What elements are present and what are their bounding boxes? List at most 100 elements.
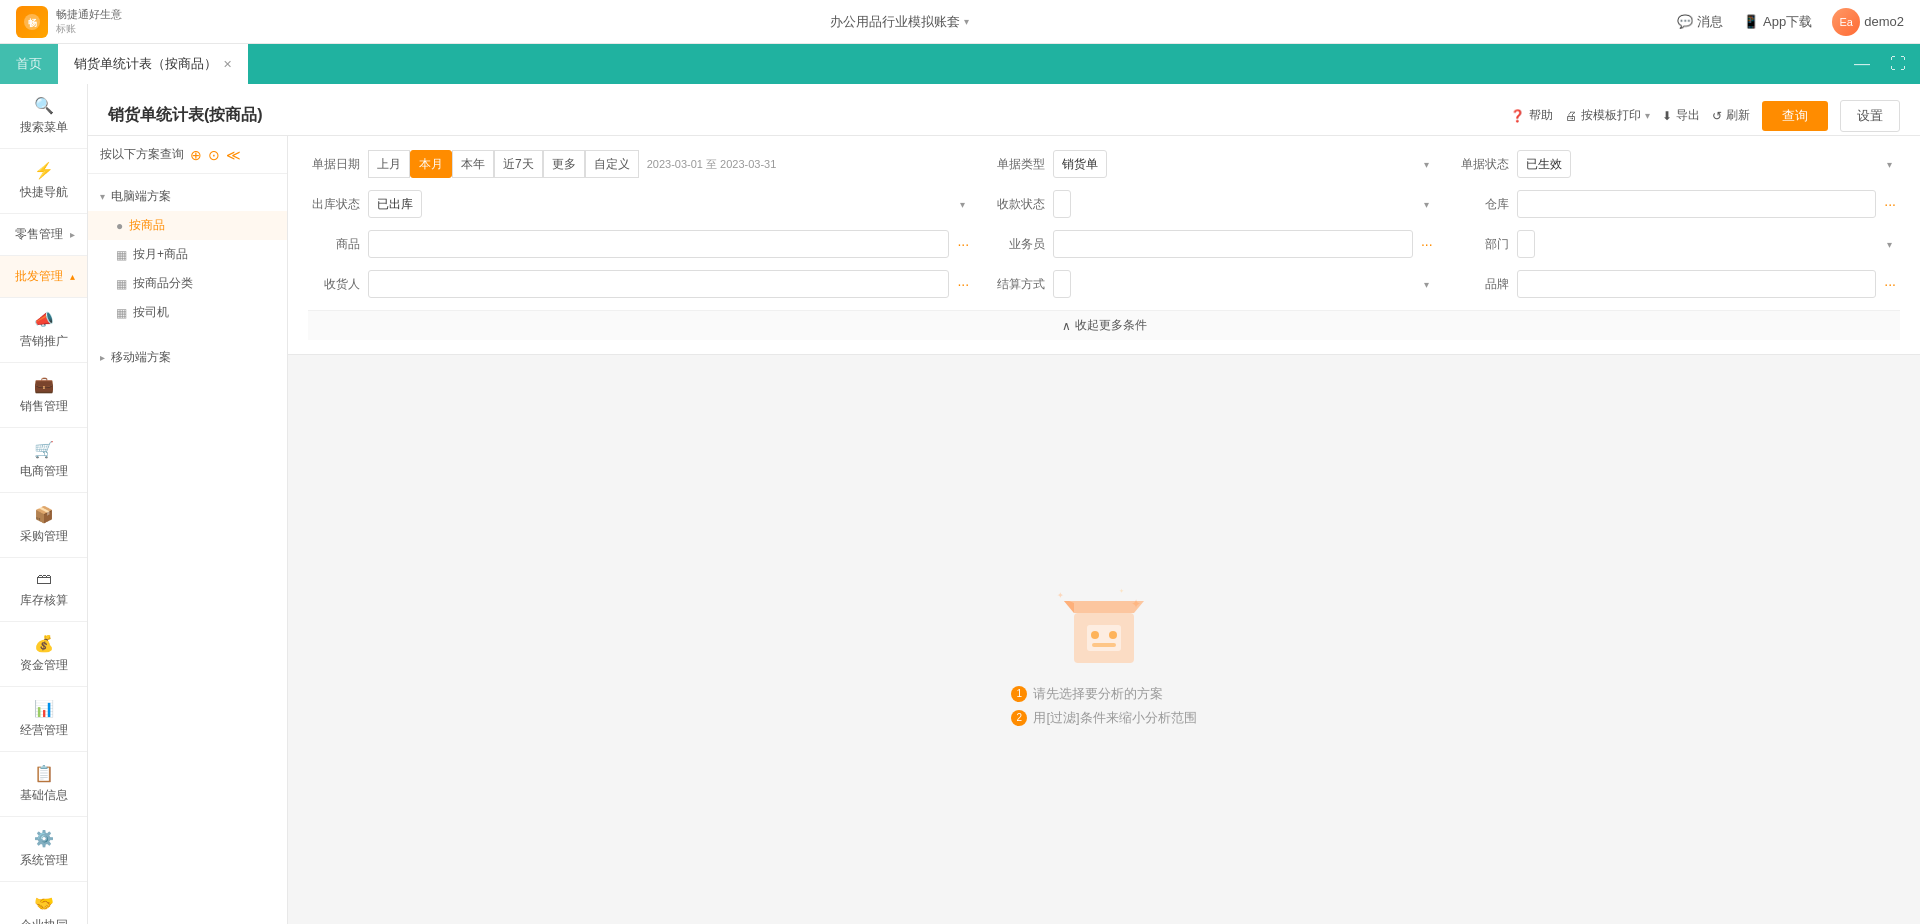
scheme-item-goods-category[interactable]: ▦ 按商品分类 — [88, 269, 287, 298]
sidebar-item-purchase[interactable]: 📦 采购管理 — [0, 493, 87, 558]
svg-text:✦: ✦ — [1131, 597, 1141, 611]
date-btn-custom[interactable]: 自定义 — [585, 150, 639, 178]
receiver-dots-icon[interactable]: ··· — [953, 276, 973, 292]
dept-select[interactable] — [1517, 230, 1535, 258]
scheme-add-icon[interactable]: ⊕ — [190, 147, 202, 163]
content-panel: 销货单统计表(按商品) ❓ 帮助 🖨 按模板打印 ▾ ⬇ 导出 ↺ 刷新 — [88, 84, 1920, 924]
brand-input[interactable] — [1517, 270, 1877, 298]
user-nav[interactable]: Ea demo2 — [1832, 8, 1904, 36]
marketing-icon: 📣 — [34, 310, 54, 329]
filter-salesman: 业务员 ··· — [993, 230, 1436, 258]
date-btn-lastmonth[interactable]: 上月 — [368, 150, 410, 178]
date-btn-more[interactable]: 更多 — [543, 150, 585, 178]
scheme-section-desktop: ▾ 电脑端方案 ● 按商品 ▦ 按月+商品 ▦ 按商品分类 — [88, 174, 287, 335]
goods-input[interactable] — [368, 230, 949, 258]
warehouse-label: 仓库 — [1457, 196, 1517, 213]
filter-doctype: 单据类型 销货单 — [993, 150, 1436, 178]
scheme-desktop-header[interactable]: ▾ 电脑端方案 — [88, 182, 287, 211]
print-icon: 🖨 — [1565, 109, 1577, 123]
payment-select[interactable] — [1053, 190, 1071, 218]
scheme-section-mobile: ▸ 移动端方案 — [88, 335, 287, 380]
operation-icon: 📊 — [34, 699, 54, 718]
receiver-label: 收货人 — [308, 276, 368, 293]
goods-item-icon: ● — [116, 219, 123, 233]
setting-button[interactable]: 设置 — [1840, 100, 1900, 132]
scheme-header: 按以下方案查询 ⊕ ⊙ ≪ — [88, 136, 287, 174]
refresh-button[interactable]: ↺ 刷新 — [1712, 107, 1750, 124]
svg-rect-8 — [1092, 643, 1116, 647]
date-btn-7days[interactable]: 近7天 — [494, 150, 543, 178]
company-dropdown-icon[interactable]: ▾ — [964, 16, 969, 27]
print-button[interactable]: 🖨 按模板打印 ▾ — [1565, 107, 1650, 124]
message-icon: 💬 — [1677, 14, 1693, 29]
sidebar-item-system[interactable]: ⚙️ 系统管理 — [0, 817, 87, 882]
sidebar-item-ecommerce[interactable]: 🛒 电商管理 — [0, 428, 87, 493]
date-group: 上月 本月 本年 近7天 更多 自定义 2023-03-01 至 2023-03… — [368, 150, 973, 178]
header-center[interactable]: 办公用品行业模拟账套 ▾ — [830, 13, 969, 31]
date-range-display: 2023-03-01 至 2023-03-31 — [647, 157, 777, 172]
scheme-item-goods[interactable]: ● 按商品 — [88, 211, 287, 240]
salesman-input[interactable] — [1053, 230, 1413, 258]
avatar: Ea — [1832, 8, 1860, 36]
tab-minimize-button[interactable]: — — [1848, 50, 1876, 78]
scheme-collapse-icon[interactable]: ≪ — [226, 147, 241, 163]
sidebar: 🔍 搜索菜单 ⚡ 快捷导航 零售管理 ▸ 批发管理 ▴ 📣 营销推广 💼 销售管… — [0, 84, 88, 924]
message-nav[interactable]: 💬 消息 — [1677, 13, 1723, 31]
doctype-select[interactable]: 销货单 — [1053, 150, 1107, 178]
main-layout: 🔍 搜索菜单 ⚡ 快捷导航 零售管理 ▸ 批发管理 ▴ 📣 营销推广 💼 销售管… — [0, 84, 1920, 924]
date-btn-thisyear[interactable]: 本年 — [452, 150, 494, 178]
settlement-select[interactable] — [1053, 270, 1071, 298]
warehouse-dots-icon[interactable]: ··· — [1880, 196, 1900, 212]
search-icon: 🔍 — [34, 96, 54, 115]
sidebar-item-enterprise[interactable]: 🤝 企业协同 — [0, 882, 87, 924]
brand-dots-icon[interactable]: ··· — [1880, 276, 1900, 292]
company-selector[interactable]: 办公用品行业模拟账套 — [830, 13, 960, 31]
filter-content-area: 单据日期 上月 本月 本年 近7天 更多 自定义 2023-03-01 至 20… — [288, 136, 1920, 924]
sidebar-item-finance[interactable]: 💰 资金管理 — [0, 622, 87, 687]
help-button[interactable]: ❓ 帮助 — [1510, 107, 1553, 124]
goods-label: 商品 — [308, 236, 368, 253]
scheme-header-label: 按以下方案查询 — [100, 146, 184, 163]
docstatus-select[interactable]: 已生效 — [1517, 150, 1571, 178]
tab-maximize-button[interactable]: ⛶ — [1884, 50, 1912, 78]
export-button[interactable]: ⬇ 导出 — [1662, 107, 1700, 124]
sidebar-item-marketing[interactable]: 📣 营销推广 — [0, 298, 87, 363]
scheme-edit-icon[interactable]: ⊙ — [208, 147, 220, 163]
sidebar-item-sales[interactable]: 💼 销售管理 — [0, 363, 87, 428]
scheme-item-driver[interactable]: ▦ 按司机 — [88, 298, 287, 327]
brand-label: 品牌 — [1457, 276, 1517, 293]
tab-home[interactable]: 首页 — [0, 44, 58, 84]
scheme-mobile-header[interactable]: ▸ 移动端方案 — [88, 343, 287, 372]
sidebar-item-search[interactable]: 🔍 搜索菜单 — [0, 84, 87, 149]
date-btn-thismonth[interactable]: 本月 — [410, 150, 452, 178]
empty-tips: 1 请先选择要分析的方案 2 用[过滤]条件来缩小分析范围 — [1011, 685, 1196, 727]
sidebar-item-retail[interactable]: 零售管理 ▸ — [0, 214, 87, 256]
receiver-input[interactable] — [368, 270, 949, 298]
warehouse-input[interactable] — [1517, 190, 1877, 218]
filter-payment: 收款状态 — [993, 190, 1436, 218]
filter-date: 单据日期 上月 本月 本年 近7天 更多 自定义 2023-03-01 至 20… — [308, 150, 973, 178]
goods-category-icon: ▦ — [116, 277, 127, 291]
app-download-nav[interactable]: 📱 App下载 — [1743, 13, 1812, 31]
sidebar-item-quicknav[interactable]: ⚡ 快捷导航 — [0, 149, 87, 214]
tab-close-icon[interactable]: ✕ — [223, 58, 232, 71]
filter-brand: 品牌 ··· — [1457, 270, 1900, 298]
scheme-item-month-goods[interactable]: ▦ 按月+商品 — [88, 240, 287, 269]
salesman-dots-icon[interactable]: ··· — [1417, 236, 1437, 252]
query-button[interactable]: 查询 — [1762, 101, 1828, 131]
sidebar-item-inventory[interactable]: 🗃 库存核算 — [0, 558, 87, 622]
outstatus-select[interactable]: 已出库 — [368, 190, 422, 218]
svg-marker-4 — [1064, 601, 1074, 613]
sidebar-item-wholesale[interactable]: 批发管理 ▴ — [0, 256, 87, 298]
filter-outstatus: 出库状态 已出库 — [308, 190, 973, 218]
print-dropdown-icon: ▾ — [1645, 110, 1650, 121]
filter-area: 单据日期 上月 本月 本年 近7天 更多 自定义 2023-03-01 至 20… — [288, 136, 1920, 355]
goods-dots-icon[interactable]: ··· — [953, 236, 973, 252]
collapse-row: ∧ 收起更多条件 — [308, 310, 1900, 340]
sidebar-item-basic[interactable]: 📋 基础信息 — [0, 752, 87, 817]
tip-num-2: 2 — [1011, 710, 1027, 726]
sidebar-item-operation[interactable]: 📊 经营管理 — [0, 687, 87, 752]
doctype-select-wrapper: 销货单 — [1053, 150, 1436, 178]
collapse-button[interactable]: ∧ 收起更多条件 — [1062, 317, 1147, 334]
tab-stat[interactable]: 销货单统计表（按商品） ✕ — [58, 44, 248, 84]
